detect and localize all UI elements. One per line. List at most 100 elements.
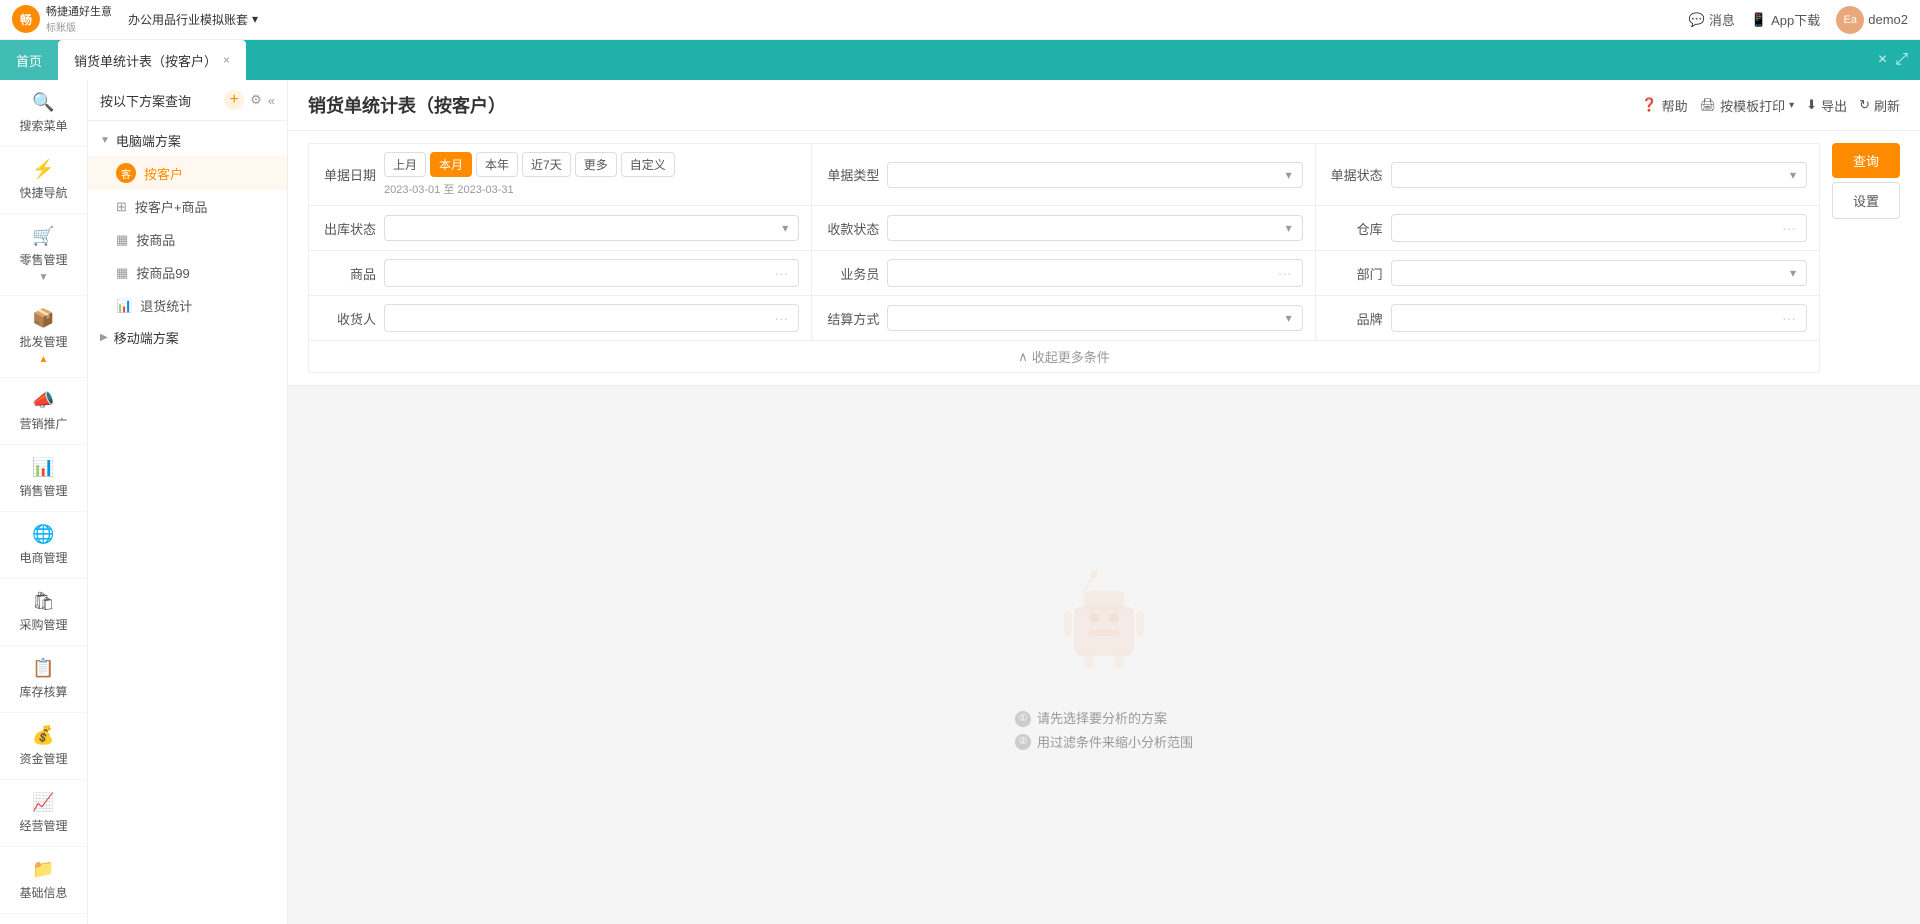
operations-icon: 📈 — [32, 792, 54, 813]
receiver-select[interactable]: ··· — [384, 304, 799, 332]
sidebar-item-search[interactable]: 🔍 搜索菜单 — [0, 80, 87, 147]
collapse-icon: ∧ — [1018, 349, 1028, 365]
ecommerce-icon: 🌐 — [32, 524, 54, 545]
page-title-row: 销货单统计表（按客户） ❓ 帮助 🖨 按模板打印 ▾ ⬇ — [308, 92, 1900, 118]
date-btn-this-year[interactable]: 本年 — [476, 152, 518, 177]
tree-group-pc-header[interactable]: ▼ 电脑端方案 — [88, 125, 287, 156]
product-select[interactable]: ··· — [384, 259, 799, 287]
tab-home[interactable]: 首页 — [0, 40, 58, 80]
print-arrow-icon: ▾ — [1789, 100, 1794, 111]
dept-select[interactable]: ▾ — [1391, 260, 1807, 286]
query-button[interactable]: 查询 — [1832, 143, 1900, 178]
collapse-bar[interactable]: ∧ 收起更多条件 — [308, 341, 1820, 373]
sidebar-item-wholesale[interactable]: 📦 批发管理 ▲ — [0, 296, 87, 378]
salesperson-select[interactable]: ··· — [887, 259, 1302, 287]
tab-sales-stats[interactable]: 销货单统计表（按客户） × — [58, 40, 246, 80]
topbar-left: 畅 畅捷通好生意 标账版 办公用品行业模拟账套 ▾ — [12, 5, 266, 34]
refresh-button[interactable]: ↻ 刷新 — [1859, 96, 1900, 115]
tree-item-label-product: 按商品 — [136, 230, 175, 249]
industry-selector[interactable]: 办公用品行业模拟账套 ▾ — [120, 11, 266, 28]
tree-item-by-product[interactable]: ▦ 按商品 — [88, 223, 287, 256]
print-label: 按模板打印 — [1720, 96, 1785, 115]
help-button[interactable]: ❓ 帮助 — [1641, 96, 1687, 115]
tree-group-mobile-header[interactable]: ▶ 移动端方案 — [88, 322, 287, 353]
tree-item-customer-product[interactable]: ⊞ 按客户+商品 — [88, 190, 287, 223]
doc-type-arrow-icon: ▾ — [1286, 168, 1292, 182]
sidebar-item-retail[interactable]: 🛒 零售管理 ▼ — [0, 214, 87, 296]
tab-close-icon[interactable]: × — [223, 53, 230, 67]
tabbar: 首页 销货单统计表（按客户） × × ⤢ — [0, 40, 1920, 80]
customer-item-icon: 客 — [116, 163, 136, 183]
tip1-text: 请先选择要分析的方案 — [1037, 707, 1167, 730]
settle-select[interactable]: ▾ — [887, 305, 1302, 331]
warehouse-select[interactable]: ··· — [1391, 214, 1807, 242]
tree-item-by-customer[interactable]: 客 按客户 — [88, 156, 287, 190]
message-button[interactable]: 💬 消息 — [1689, 10, 1735, 29]
sidebar-item-shortcut[interactable]: ⚡ 快捷导航 — [0, 147, 87, 214]
recv-status-select[interactable]: ▾ — [887, 215, 1302, 241]
sidebar-label-finance: 资金管理 — [19, 750, 67, 767]
date-btn-last7[interactable]: 近7天 — [522, 152, 571, 177]
purchase-icon: 🛍 — [32, 591, 55, 612]
sidebar-item-ecommerce[interactable]: 🌐 电商管理 — [0, 512, 87, 579]
sidebar-item-purchase[interactable]: 🛍 采购管理 — [0, 579, 87, 646]
sidebar-item-system[interactable]: ⚙️ 系统管理 — [0, 914, 87, 924]
topbar: 畅 畅捷通好生意 标账版 办公用品行业模拟账套 ▾ 💬 消息 📱 App下载 E… — [0, 0, 1920, 40]
salesperson-dots-icon: ··· — [1278, 265, 1292, 281]
scheme-header-actions: + ⚙ « — [224, 90, 275, 110]
out-status-select[interactable]: ▾ — [384, 215, 799, 241]
action-buttons: 查询 设置 — [1832, 143, 1900, 373]
search-icon: 🔍 — [32, 92, 54, 113]
export-button[interactable]: ⬇ 导出 — [1806, 96, 1847, 115]
pc-group-arrow-icon: ▼ — [100, 135, 110, 146]
doc-status-select[interactable]: ▾ — [1391, 162, 1807, 188]
avatar: Ea — [1836, 6, 1864, 34]
filter-grid-wrapper: 单据日期 上月 本月 本年 近7天 更多 自定义 2023-03-01 至 20… — [308, 143, 1820, 373]
logo-area: 畅 畅捷通好生意 标账版 — [12, 5, 112, 34]
wholesale-expand-icon: ▲ — [39, 354, 49, 365]
date-btn-more[interactable]: 更多 — [575, 152, 617, 177]
date-btn-custom[interactable]: 自定义 — [621, 152, 675, 177]
tree-item-label-product99: 按商品99 — [136, 263, 189, 282]
sidebar-label-wholesale: 批发管理 — [19, 333, 67, 350]
tab-minimize-icon[interactable]: × — [1878, 51, 1887, 69]
filter-cell-settle: 结算方式 ▾ — [812, 296, 1315, 340]
dept-arrow-icon: ▾ — [1790, 266, 1796, 280]
sidebar-item-operations[interactable]: 📈 经营管理 — [0, 780, 87, 847]
brand-select[interactable]: ··· — [1391, 304, 1807, 332]
doc-type-label: 单据类型 — [824, 165, 879, 184]
sidebar-item-inventory[interactable]: 📋 库存核算 — [0, 646, 87, 713]
tree-group-pc: ▼ 电脑端方案 客 按客户 ⊞ 按客户+商品 ▦ 按商品 — [88, 125, 287, 322]
sidebar-item-basic[interactable]: 📁 基础信息 — [0, 847, 87, 914]
tip2-text: 用过滤条件来缩小分析范围 — [1037, 731, 1193, 754]
date-btn-this-month[interactable]: 本月 — [430, 152, 472, 177]
dept-label: 部门 — [1328, 264, 1383, 283]
date-btn-last-month[interactable]: 上月 — [384, 152, 426, 177]
scheme-settings-icon[interactable]: ⚙ — [250, 92, 262, 108]
settings-button[interactable]: 设置 — [1832, 182, 1900, 219]
page-title: 销货单统计表（按客户） — [308, 92, 506, 118]
receiver-dots-icon: ··· — [774, 310, 788, 326]
refresh-label: 刷新 — [1874, 96, 1900, 115]
sidebar-label-basic: 基础信息 — [19, 884, 67, 901]
logo-text: 畅捷通好生意 — [46, 5, 112, 19]
topbar-right: 💬 消息 📱 App下载 Ea demo2 — [1689, 6, 1908, 34]
sidebar-item-sales[interactable]: 📊 销售管理 — [0, 445, 87, 512]
tree-item-by-product99[interactable]: ▦ 按商品99 — [88, 256, 287, 289]
tab-expand-icon[interactable]: ⤢ — [1895, 51, 1908, 69]
sidebar-item-finance[interactable]: 💰 资金管理 — [0, 713, 87, 780]
user-menu[interactable]: Ea demo2 — [1836, 6, 1908, 34]
app-download-button[interactable]: 📱 App下载 — [1751, 10, 1820, 29]
sidebar-item-marketing[interactable]: 📣 营销推广 — [0, 378, 87, 445]
out-status-label: 出库状态 — [321, 219, 376, 238]
doc-type-select[interactable]: ▾ — [887, 162, 1302, 188]
home-tab-label: 首页 — [16, 51, 42, 70]
scheme-collapse-icon[interactable]: « — [268, 93, 275, 108]
tip1-num: ① — [1015, 711, 1031, 727]
print-template-button[interactable]: 🖨 按模板打印 ▾ — [1700, 96, 1795, 115]
salesperson-label: 业务员 — [824, 264, 879, 283]
empty-illustration — [1044, 556, 1164, 695]
tree-item-return-stats[interactable]: 📊 退货统计 — [88, 289, 287, 322]
page-header: 销货单统计表（按客户） ❓ 帮助 🖨 按模板打印 ▾ ⬇ — [288, 80, 1920, 131]
scheme-add-button[interactable]: + — [224, 90, 244, 110]
